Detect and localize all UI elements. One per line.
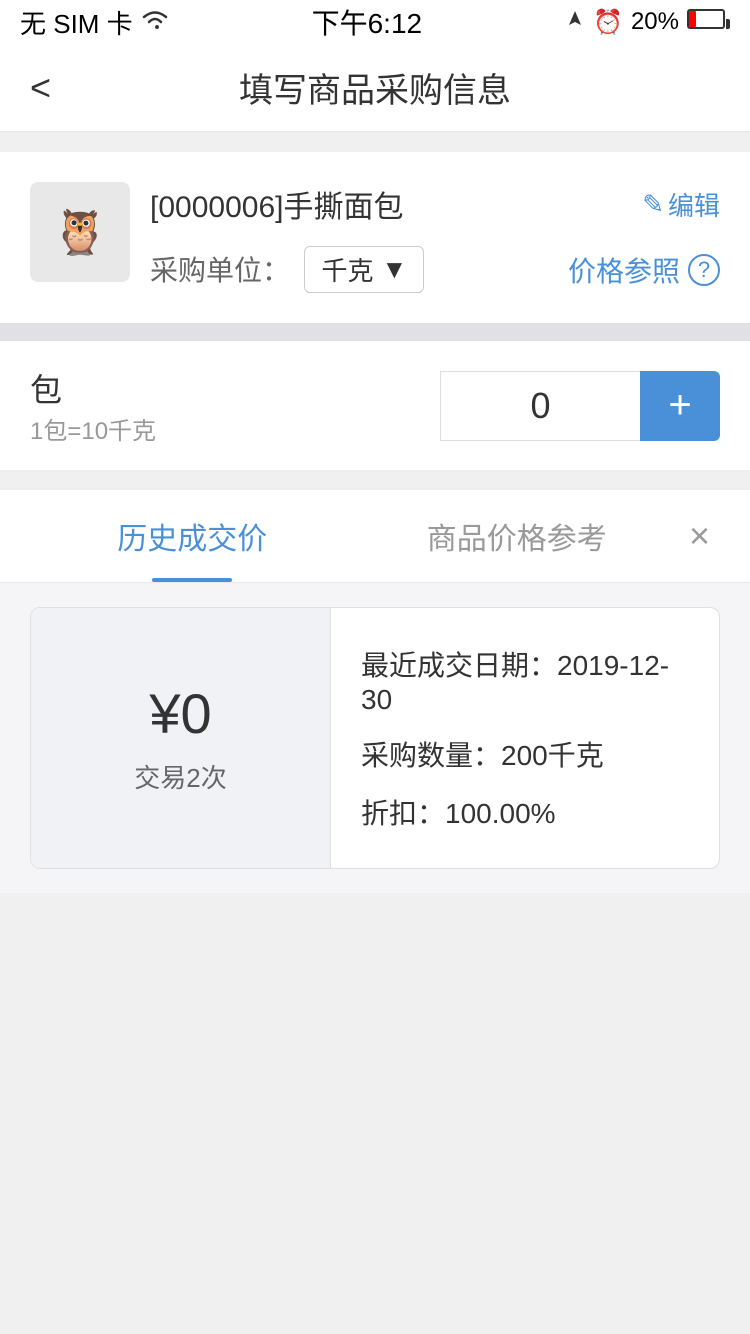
tab-product-price-ref[interactable]: 商品价格参考 (354, 490, 678, 582)
product-logo-icon: 🦉 (53, 206, 108, 258)
product-unit-row: 采购单位： 千克 ▼ 价格参照 ? (150, 246, 720, 293)
history-card: ¥0 交易2次 最近成交日期：2019-12-30 采购数量：200千克 折扣：… (30, 607, 720, 869)
quantity-input[interactable]: 0 (440, 371, 640, 441)
carrier-text: 无 SIM 卡 (20, 4, 133, 41)
battery-percent: 20% (631, 8, 679, 36)
battery-icon (687, 8, 730, 36)
price-ref-button[interactable]: 价格参照 ? (568, 250, 720, 290)
tab-history-label: 历史成交价 (117, 523, 267, 556)
status-right: ⏰ 20% (565, 8, 730, 37)
product-top-row: [0000006]手撕面包 ✎ 编辑 (150, 182, 720, 226)
history-content: ¥0 交易2次 最近成交日期：2019-12-30 采购数量：200千克 折扣：… (0, 583, 750, 893)
unit-value: 千克 (321, 251, 373, 288)
status-time: 下午6:12 (312, 2, 423, 42)
unit-label: 采购单位： (150, 255, 290, 286)
product-name: [0000006]手撕面包 (150, 182, 403, 226)
purchase-quantity-row: 采购数量：200千克 (361, 734, 689, 774)
history-price-block: ¥0 交易2次 (31, 608, 331, 868)
edit-button[interactable]: ✎ 编辑 (642, 186, 720, 223)
unit-section: 采购单位： 千克 ▼ (150, 246, 424, 293)
quantity-value: 0 (530, 385, 550, 427)
edit-icon: ✎ (642, 189, 664, 220)
discount-row: 折扣：100.00% (361, 792, 689, 832)
discount-value: 100.00% (445, 798, 556, 829)
product-thumbnail: 🦉 (30, 182, 130, 282)
history-details: 最近成交日期：2019-12-30 采购数量：200千克 折扣：100.00% (331, 608, 719, 868)
back-button[interactable]: < (20, 57, 61, 119)
quantity-unit: 包 (30, 365, 156, 411)
quantity-conversion: 1包=10千克 (30, 411, 156, 446)
tabs-bar: 历史成交价 商品价格参考 × (0, 490, 750, 583)
dropdown-icon: ▼ (381, 254, 407, 285)
quantity-control: 0 + (440, 371, 720, 441)
tab-product-price-label: 商品价格参考 (427, 523, 607, 556)
alarm-icon: ⏰ (593, 8, 623, 37)
recent-date-label: 最近成交日期： (361, 650, 557, 681)
status-left: 无 SIM 卡 (20, 4, 169, 41)
price-ref-label: 价格参照 (568, 250, 680, 290)
discount-label: 折扣： (361, 798, 445, 829)
status-bar: 无 SIM 卡 下午6:12 ⏰ 20% (0, 0, 750, 44)
product-card: 🦉 [0000006]手撕面包 ✎ 编辑 采购单位： 千克 ▼ (0, 152, 750, 323)
tab-history-price[interactable]: 历史成交价 (30, 490, 354, 582)
recent-date-row: 最近成交日期：2019-12-30 (361, 644, 689, 716)
close-button[interactable]: × (679, 505, 720, 567)
purchase-quantity-value: 200千克 (501, 740, 604, 771)
purchase-quantity-label: 采购数量： (361, 740, 501, 771)
quantity-label-block: 包 1包=10千克 (30, 365, 156, 446)
history-price: ¥0 (149, 681, 211, 746)
wifi-icon (141, 7, 169, 38)
quantity-plus-button[interactable]: + (640, 371, 720, 441)
help-icon: ? (688, 254, 720, 286)
product-header: 🦉 [0000006]手撕面包 ✎ 编辑 采购单位： 千克 ▼ (30, 182, 720, 293)
edit-label: 编辑 (668, 186, 720, 223)
nav-bar: < 填写商品采购信息 (0, 44, 750, 132)
quantity-row: 包 1包=10千克 0 + (0, 341, 750, 470)
unit-select[interactable]: 千克 ▼ (304, 246, 424, 293)
product-details: [0000006]手撕面包 ✎ 编辑 采购单位： 千克 ▼ 价格参照 ? (150, 182, 720, 293)
gray-divider (0, 323, 750, 341)
history-trades: 交易2次 (134, 758, 226, 795)
page-title: 填写商品采购信息 (239, 63, 511, 112)
location-icon (565, 8, 585, 36)
